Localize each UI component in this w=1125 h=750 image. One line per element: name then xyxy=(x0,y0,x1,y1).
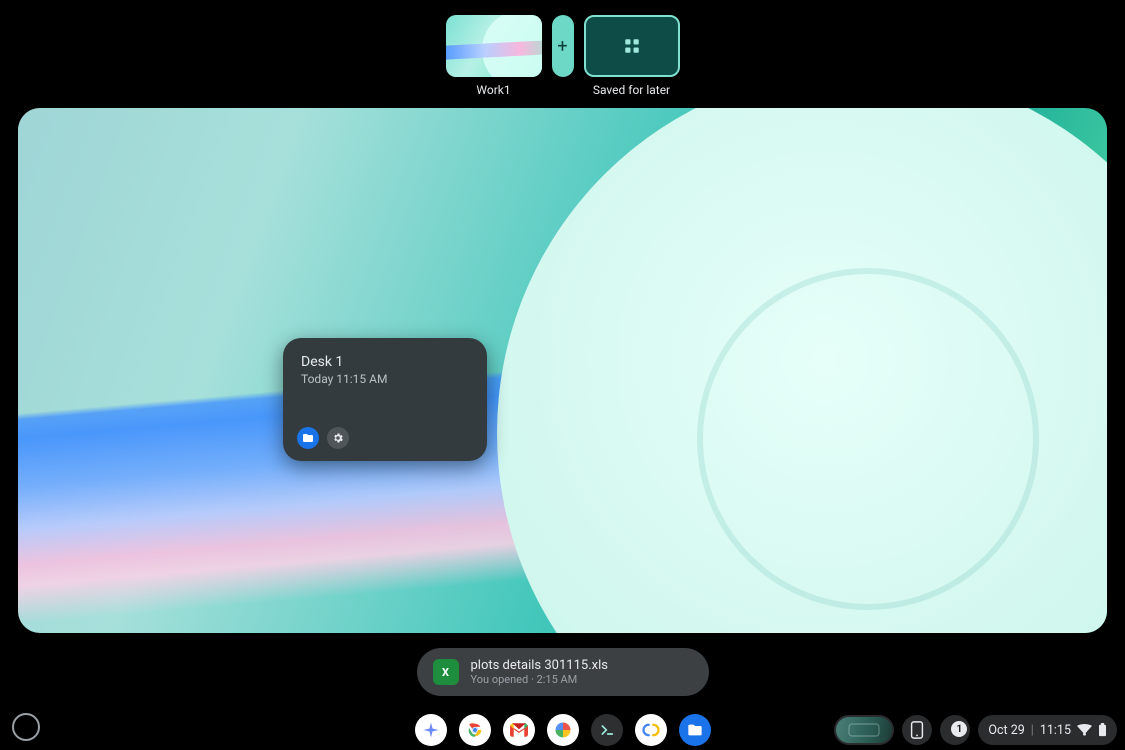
shelf: 1 Oct 29 | 11:15 xyxy=(0,708,1125,750)
launcher-button[interactable] xyxy=(12,713,40,741)
photos-app-icon[interactable] xyxy=(547,714,579,746)
chrome-app-icon[interactable] xyxy=(459,714,491,746)
system-tray: 1 Oct 29 | 11:15 xyxy=(834,715,1117,745)
status-area[interactable]: Oct 29 | 11:15 xyxy=(978,715,1117,745)
notifications-button[interactable]: 1 xyxy=(940,715,970,745)
desk-saved-group: Saved for later xyxy=(584,15,680,97)
phone-hub-button[interactable] xyxy=(902,715,932,745)
wallpaper-planet xyxy=(497,108,1107,633)
desk-info-card: Desk 1 Today 11:15 AM xyxy=(283,338,487,461)
excel-icon: X xyxy=(433,659,459,685)
phone-icon xyxy=(910,721,924,739)
desk-info-title: Desk 1 xyxy=(301,354,469,370)
recent-file-chip[interactable]: X plots details 301115.xls You opened · … xyxy=(417,648,709,696)
battery-icon xyxy=(1098,723,1107,737)
gmail-app-icon[interactable] xyxy=(503,714,535,746)
files-app-icon[interactable] xyxy=(679,714,711,746)
recent-file-name: plots details 301115.xls xyxy=(471,658,608,674)
shelf-apps xyxy=(415,714,711,746)
desk-switcher: Work1 + Saved for later xyxy=(0,15,1125,97)
desk-info-subtitle: Today 11:15 AM xyxy=(301,372,469,386)
add-desk-button[interactable]: + xyxy=(552,15,574,77)
recent-file-text: plots details 301115.xls You opened · 2:… xyxy=(471,658,608,687)
notification-badge: 1 xyxy=(951,721,967,737)
dashboard-icon xyxy=(623,37,641,55)
gemini-app-icon[interactable] xyxy=(415,714,447,746)
wifi-icon xyxy=(1077,724,1092,736)
desk-info-apps xyxy=(297,427,349,449)
desk-preview[interactable] xyxy=(18,108,1107,633)
desk-work-group: Work1 xyxy=(446,15,542,97)
recent-file-sub: You opened · 2:15 AM xyxy=(471,673,608,686)
settings-icon[interactable] xyxy=(327,427,349,449)
files-icon[interactable] xyxy=(297,427,319,449)
idx-app-icon[interactable] xyxy=(635,714,667,746)
desk-thumb-work[interactable] xyxy=(446,15,542,77)
terminal-app-icon[interactable] xyxy=(591,714,623,746)
desk-label-work: Work1 xyxy=(476,83,510,97)
desk-label-saved: Saved for later xyxy=(593,83,670,97)
status-time: 11:15 xyxy=(1040,723,1071,738)
status-date: Oct 29 xyxy=(988,723,1024,738)
holding-space-button[interactable] xyxy=(834,715,894,745)
desk-thumb-saved[interactable] xyxy=(584,15,680,77)
